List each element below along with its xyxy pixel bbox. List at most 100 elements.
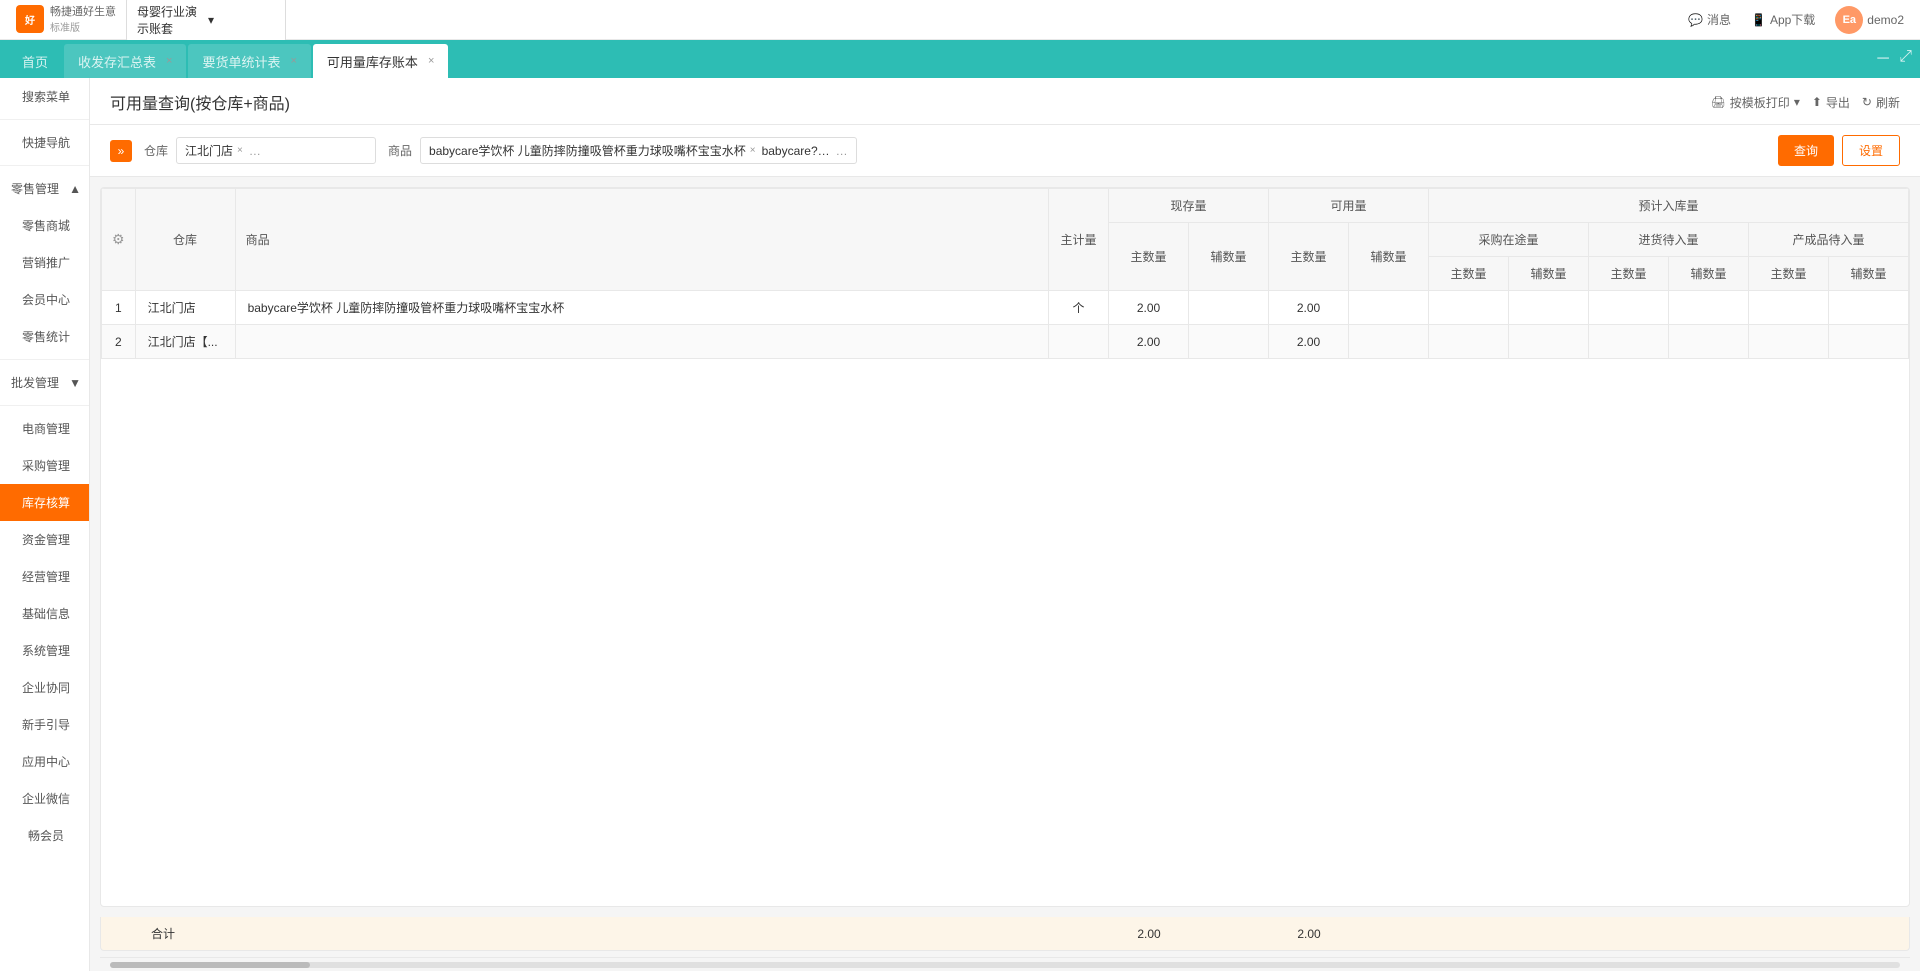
page-header: 可用量查询(按仓库+商品) 🖨 按模板打印 ▾ ⬆ 导出 ↻ 刷新 bbox=[90, 78, 1920, 125]
app-icon: 📱 bbox=[1751, 13, 1766, 27]
cell-stock-aux-1 bbox=[1189, 291, 1269, 325]
filter-expand-btn[interactable]: » bbox=[110, 140, 132, 162]
th-stock-aux: 辅数量 bbox=[1189, 223, 1269, 291]
user-area[interactable]: Ea demo2 bbox=[1835, 6, 1904, 34]
warehouse-filter-input[interactable]: 江北门店 × … bbox=[176, 137, 376, 164]
cell-index-1: 1 bbox=[102, 291, 136, 325]
tab-receipt-label: 收发存汇总表 bbox=[78, 52, 156, 71]
table-row: 1 江北门店 babycare学饮杯 儿童防摔防撞吸管杯重力球吸嘴杯宝宝水杯 个… bbox=[102, 291, 1909, 325]
logo-text-block: 畅捷通好生意 标准版 bbox=[50, 5, 116, 34]
sidebar-item-quick-nav[interactable]: 快捷导航 bbox=[0, 124, 89, 161]
tab-available-stock-label: 可用量库存账本 bbox=[327, 52, 418, 71]
sidebar-item-retail-mgmt[interactable]: 零售管理 ▲ bbox=[0, 170, 89, 207]
content-area: 可用量查询(按仓库+商品) 🖨 按模板打印 ▾ ⬆ 导出 ↻ 刷新 » bbox=[90, 78, 1920, 971]
sidebar-item-retail-stats[interactable]: 零售统计 bbox=[0, 318, 89, 355]
cell-purchased-main-2 bbox=[1429, 325, 1509, 359]
sidebar-item-purchase[interactable]: 采购管理 bbox=[0, 447, 89, 484]
gear-icon[interactable]: ⚙ bbox=[112, 231, 125, 247]
refresh-btn[interactable]: ↻ 刷新 bbox=[1862, 94, 1900, 111]
product-filter-input[interactable]: babycare学饮杯 儿童防摔防撞吸管杯重力球吸嘴杯宝宝水杯 × babyca… bbox=[420, 137, 857, 164]
product-tag-2-text: babycare?… bbox=[762, 144, 830, 158]
top-bar-right: 💬 消息 📱 App下载 Ea demo2 bbox=[1688, 6, 1904, 34]
product-tag-2: babycare?… bbox=[762, 144, 830, 158]
sidebar-item-finance[interactable]: 资金管理 bbox=[0, 521, 89, 558]
app-download-label: App下载 bbox=[1770, 11, 1815, 28]
tab-minimize-icon[interactable]: － bbox=[1875, 45, 1891, 69]
print-icon: 🖨 bbox=[1711, 95, 1726, 109]
product-tag-1-close[interactable]: × bbox=[750, 145, 756, 156]
sidebar-item-basic-info[interactable]: 基础信息 bbox=[0, 595, 89, 632]
sidebar-item-retail-mall[interactable]: 零售商城 bbox=[0, 207, 89, 244]
message-icon: 💬 bbox=[1688, 13, 1703, 27]
query-button[interactable]: 查询 bbox=[1778, 135, 1834, 166]
template-print-btn[interactable]: 🖨 按模板打印 ▾ bbox=[1711, 94, 1800, 111]
cell-unit-2 bbox=[1049, 325, 1109, 359]
cell-inbound-aux-1 bbox=[1669, 291, 1749, 325]
sidebar-item-ecommerce[interactable]: 电商管理 bbox=[0, 410, 89, 447]
tab-receipt[interactable]: 收发存汇总表 × bbox=[64, 44, 186, 78]
sidebar-wholesale-label: 批发管理 bbox=[11, 374, 59, 391]
tab-home-label: 首页 bbox=[22, 52, 48, 71]
summary-stock-main: 2.00 bbox=[1109, 927, 1189, 941]
cell-warehouse-2: 江北门店【... bbox=[135, 325, 235, 359]
sidebar-divider-1 bbox=[0, 119, 89, 120]
tab-receipt-close[interactable]: × bbox=[166, 55, 172, 67]
username: demo2 bbox=[1867, 13, 1904, 27]
logo-sub: 标准版 bbox=[50, 19, 116, 34]
table-wrapper: ⚙ 仓库 商品 主计量 现存量 可用量 预计入库量 主数量 辅数量 主数量 辅数… bbox=[100, 187, 1910, 907]
template-print-arrow: ▾ bbox=[1794, 95, 1800, 109]
tab-home[interactable]: 首页 bbox=[8, 44, 62, 78]
sidebar-item-member-center[interactable]: 会员中心 bbox=[0, 281, 89, 318]
chevron-up-icon: ▲ bbox=[69, 182, 81, 196]
product-filter-dots[interactable]: … bbox=[836, 144, 848, 158]
cell-avail-main-1: 2.00 bbox=[1269, 291, 1349, 325]
logo-area: 好 畅捷通好生意 标准版 bbox=[16, 5, 116, 34]
horizontal-scrollbar[interactable] bbox=[100, 957, 1910, 971]
sidebar-item-search[interactable]: 搜索菜单 bbox=[0, 78, 89, 115]
sidebar-item-wholesale-mgmt[interactable]: 批发管理 ▼ bbox=[0, 364, 89, 401]
cell-inbound-main-1 bbox=[1589, 291, 1669, 325]
setting-button[interactable]: 设置 bbox=[1842, 135, 1900, 166]
cell-purchased-main-1 bbox=[1429, 291, 1509, 325]
store-selector[interactable]: 母婴行业演示账套 ▾ bbox=[126, 0, 286, 42]
cell-avail-aux-2 bbox=[1349, 325, 1429, 359]
export-label: 导出 bbox=[1826, 94, 1850, 111]
message-btn[interactable]: 💬 消息 bbox=[1688, 11, 1731, 28]
sidebar-item-stock-audit[interactable]: 库存核算 bbox=[0, 484, 89, 521]
page-header-actions: 🖨 按模板打印 ▾ ⬆ 导出 ↻ 刷新 bbox=[1711, 94, 1900, 111]
th-stock-group: 现存量 bbox=[1109, 189, 1269, 223]
sidebar-divider-3 bbox=[0, 359, 89, 360]
tab-order-stat-close[interactable]: × bbox=[290, 55, 296, 67]
th-inbound-group: 进货待入量 bbox=[1589, 223, 1749, 257]
tab-available-stock-close[interactable]: × bbox=[428, 55, 434, 67]
store-name: 母婴行业演示账套 bbox=[137, 3, 204, 37]
sidebar-divider-2 bbox=[0, 165, 89, 166]
th-avail-aux: 辅数量 bbox=[1349, 223, 1429, 291]
summary-avail-main: 2.00 bbox=[1269, 927, 1349, 941]
th-product: 商品 bbox=[235, 189, 1048, 291]
product-filter-label: 商品 bbox=[388, 142, 412, 159]
data-table: ⚙ 仓库 商品 主计量 现存量 可用量 预计入库量 主数量 辅数量 主数量 辅数… bbox=[101, 188, 1909, 359]
app-download-btn[interactable]: 📱 App下载 bbox=[1751, 11, 1815, 28]
scroll-thumb[interactable] bbox=[110, 962, 310, 968]
template-print-label: 按模板打印 bbox=[1730, 94, 1790, 111]
tab-maximize-icon[interactable]: ⤢ bbox=[1899, 48, 1912, 66]
sidebar-item-new-guide[interactable]: 新手引导 bbox=[0, 706, 89, 743]
th-inbound-aux: 辅数量 bbox=[1669, 257, 1749, 291]
cell-avail-main-2: 2.00 bbox=[1269, 325, 1349, 359]
sidebar-item-app-center[interactable]: 应用中心 bbox=[0, 743, 89, 780]
cell-inbound-main-2 bbox=[1589, 325, 1669, 359]
tab-order-stat[interactable]: 要货单统计表 × bbox=[188, 44, 310, 78]
export-btn[interactable]: ⬆ 导出 bbox=[1812, 94, 1850, 111]
tab-bar: 首页 收发存汇总表 × 要货单统计表 × 可用量库存账本 × － ⤢ bbox=[0, 40, 1920, 78]
sidebar-item-operations[interactable]: 经营管理 bbox=[0, 558, 89, 595]
sidebar: 搜索菜单 快捷导航 零售管理 ▲ 零售商城 营销推广 会员中心 零售统计 批发管… bbox=[0, 78, 90, 971]
warehouse-filter-dots[interactable]: … bbox=[249, 144, 261, 158]
sidebar-item-vip-member[interactable]: 畅会员 bbox=[0, 817, 89, 854]
sidebar-item-marketing[interactable]: 营销推广 bbox=[0, 244, 89, 281]
tab-available-stock[interactable]: 可用量库存账本 × bbox=[313, 44, 448, 78]
sidebar-item-enterprise-wechat[interactable]: 企业微信 bbox=[0, 780, 89, 817]
warehouse-tag-close[interactable]: × bbox=[237, 145, 243, 156]
sidebar-item-enterprise-collab[interactable]: 企业协同 bbox=[0, 669, 89, 706]
sidebar-item-system[interactable]: 系统管理 bbox=[0, 632, 89, 669]
